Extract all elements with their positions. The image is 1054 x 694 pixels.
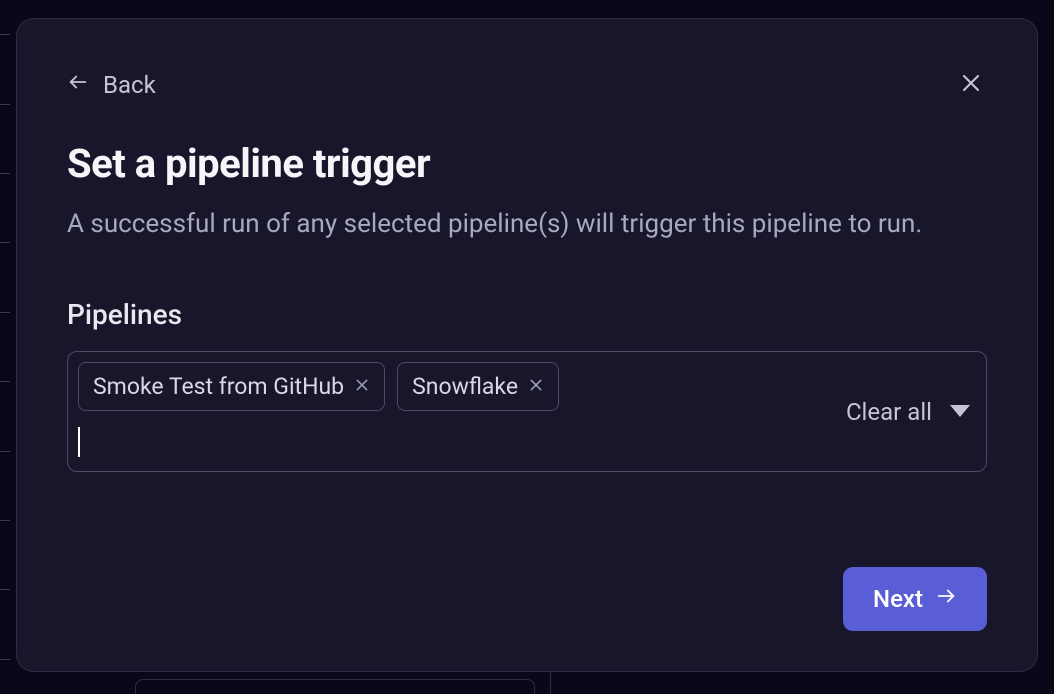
next-button[interactable]: Next (843, 567, 987, 631)
back-button[interactable]: Back (67, 71, 156, 99)
back-label: Back (103, 71, 156, 99)
chevron-down-icon (950, 403, 970, 420)
pipeline-chip: Smoke Test from GitHub (78, 362, 385, 411)
chips-container: Smoke Test from GitHub Snowflake (78, 362, 846, 461)
modal-title: Set a pipeline trigger (67, 140, 987, 187)
chip-input-wrapper (78, 423, 846, 461)
pipeline-search-input[interactable] (78, 423, 278, 461)
arrow-left-icon (67, 71, 89, 99)
modal-header: Back (67, 67, 987, 102)
close-icon (354, 377, 370, 396)
bg-decoration-line (550, 672, 551, 694)
pipelines-label: Pipelines (67, 298, 987, 331)
chip-remove-button[interactable] (528, 377, 544, 396)
next-label: Next (873, 585, 923, 613)
text-cursor (78, 427, 80, 457)
dropdown-toggle-button[interactable] (950, 403, 970, 420)
bg-ruler (0, 0, 16, 694)
modal-footer: Next (67, 567, 987, 631)
pipeline-chip: Snowflake (397, 362, 559, 411)
arrow-right-icon (935, 585, 957, 613)
pipelines-multiselect[interactable]: Smoke Test from GitHub Snowflake (67, 351, 987, 472)
pipeline-trigger-modal: Back Set a pipeline trigger A successful… (16, 18, 1038, 672)
chip-label: Smoke Test from GitHub (93, 373, 344, 400)
close-icon (959, 83, 983, 98)
modal-description: A successful run of any selected pipelin… (67, 205, 987, 244)
multiselect-actions: Clear all (846, 398, 970, 426)
clear-all-button[interactable]: Clear all (846, 398, 932, 426)
chip-remove-button[interactable] (354, 377, 370, 396)
bg-decoration (135, 679, 535, 694)
chip-label: Snowflake (412, 373, 518, 400)
close-icon (528, 377, 544, 396)
close-button[interactable] (955, 67, 987, 102)
